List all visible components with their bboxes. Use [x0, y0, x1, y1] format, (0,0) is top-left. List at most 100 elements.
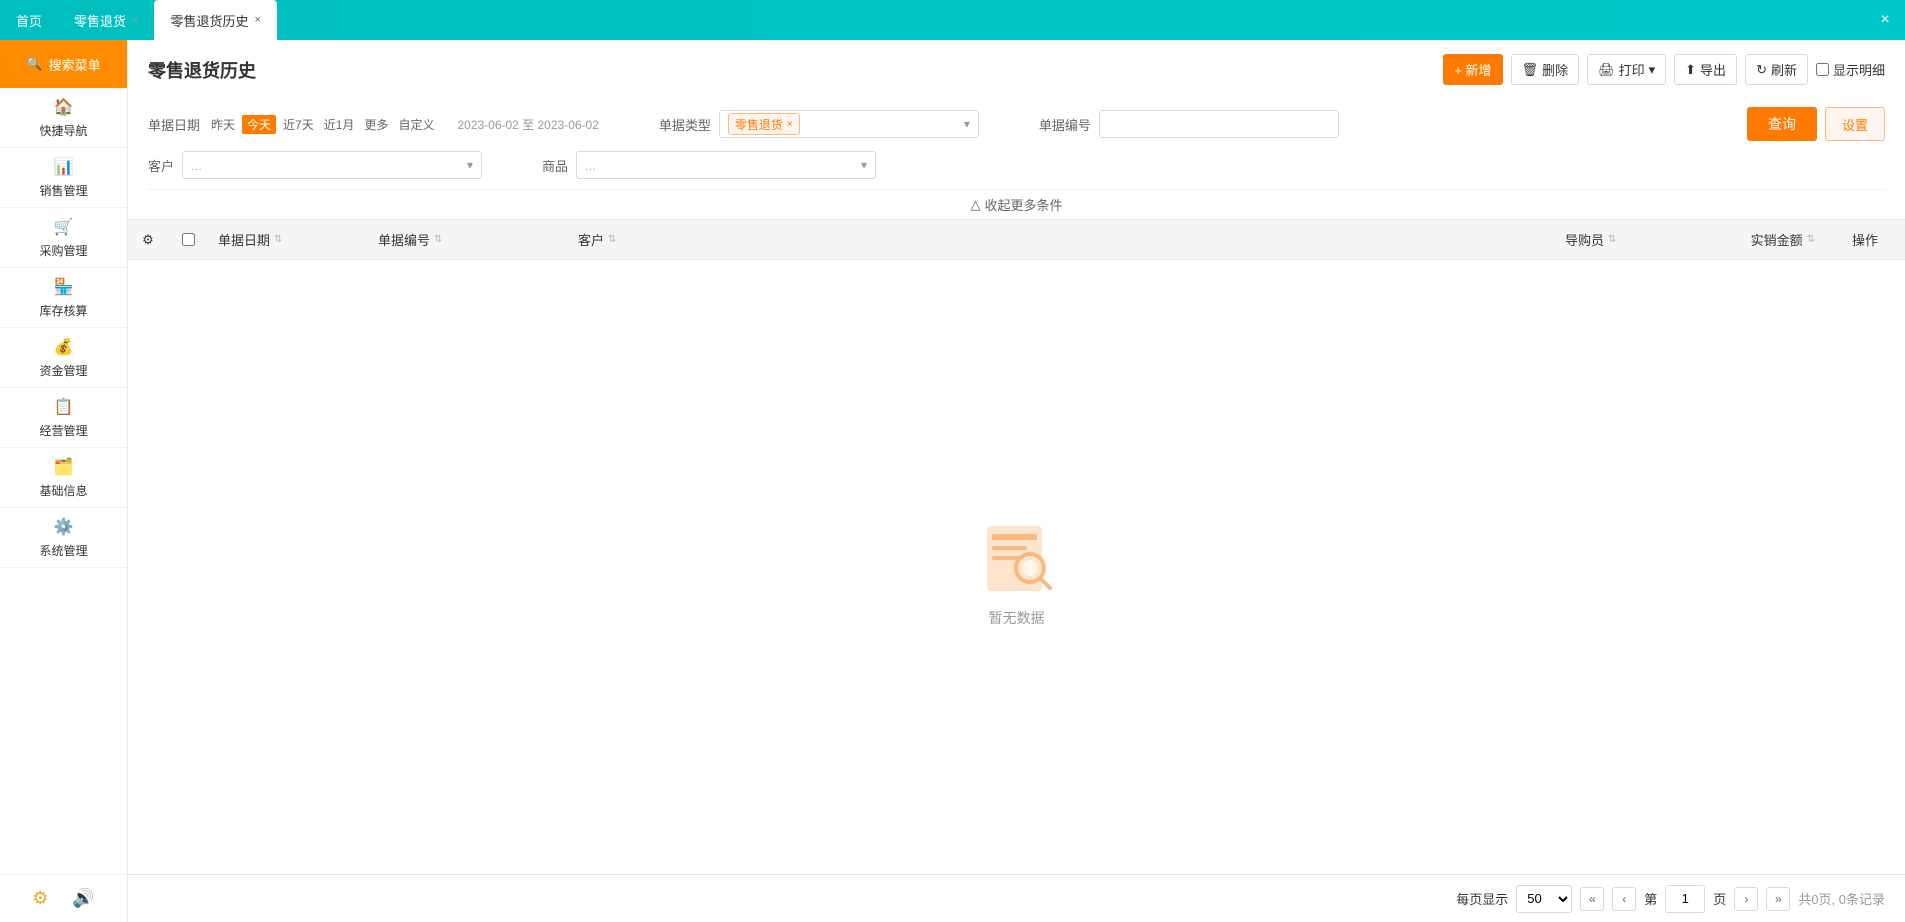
- date-range-display: 2023-06-02 至 2023-06-02: [457, 116, 598, 133]
- goods-select[interactable]: ... ▾: [576, 151, 876, 179]
- tab-home-label: 首页: [16, 11, 42, 30]
- date-shortcut-7days[interactable]: 近7天: [280, 115, 317, 134]
- sidebar-search[interactable]: 🔍 搜索菜单: [0, 40, 127, 88]
- sidebar-item-inventory[interactable]: 🏪 库存核算: [0, 268, 127, 328]
- tab-retail-return-history[interactable]: 零售退货历史 ×: [154, 0, 276, 40]
- sidebar-item-quick-nav-label: 快捷导航: [39, 122, 87, 139]
- refresh-label: 刷新: [1771, 60, 1797, 79]
- date-range-text: 2023-06-02 至 2023-06-02: [457, 116, 598, 133]
- settings-bottom-icon[interactable]: ⚙: [32, 888, 48, 909]
- page-title: 零售退货历史: [148, 57, 256, 83]
- filter-area: 单据日期 昨天 今天 近7天 近1月 更多 自定义 2023-06-02 至 2…: [148, 97, 1885, 219]
- delete-button[interactable]: 🗑 删除: [1511, 54, 1580, 85]
- collapse-label: 收起更多条件: [984, 195, 1062, 214]
- select-all-checkbox[interactable]: [182, 233, 195, 246]
- sidebar-item-system-label: 系统管理: [39, 542, 87, 559]
- delete-icon: 🗑: [1522, 62, 1539, 78]
- customer-select[interactable]: ... ▾: [182, 151, 482, 179]
- operations-icon: 📋: [53, 396, 75, 418]
- refresh-button[interactable]: ↻ 刷新: [1745, 54, 1808, 85]
- goods-select-arrow: ▾: [861, 158, 867, 172]
- next-page-button[interactable]: ›: [1734, 887, 1758, 911]
- type-select[interactable]: 零售退货 × ▾: [719, 110, 979, 138]
- first-page-button[interactable]: «: [1580, 887, 1604, 911]
- th-action-label: 操作: [1852, 230, 1878, 249]
- per-page-label: 每页显示: [1456, 889, 1508, 908]
- order-no-input[interactable]: [1099, 110, 1339, 138]
- tab-retail-return-history-close[interactable]: ×: [254, 14, 260, 26]
- search-icon: 🔍: [26, 56, 42, 72]
- display-detail-label: 显示明细: [1833, 60, 1885, 79]
- sidebar-bottom: ⚙ 🔊: [0, 874, 127, 922]
- page-suffix: 页: [1713, 889, 1726, 908]
- column-settings-icon[interactable]: ⚙: [142, 232, 154, 248]
- export-icon: ⬆: [1685, 62, 1696, 78]
- sidebar-item-finance-label: 资金管理: [39, 362, 87, 379]
- th-customer-sort-icon: ⇅: [608, 234, 616, 245]
- export-button[interactable]: ⬆ 导出: [1674, 54, 1737, 85]
- th-customer[interactable]: 客户 ⇅: [568, 230, 1555, 249]
- th-order-no[interactable]: 单据编号 ⇅: [368, 230, 568, 249]
- tab-retail-return[interactable]: 零售退货 ×: [58, 0, 154, 40]
- refresh-icon: ↻: [1756, 62, 1767, 78]
- goods-label: 商品: [542, 156, 568, 175]
- sidebar-item-sales[interactable]: 📊 销售管理: [0, 148, 127, 208]
- sidebar-item-finance[interactable]: 💰 资金管理: [0, 328, 127, 388]
- table-area: ⚙ 单据日期 ⇅ 单据编号 ⇅ 客户 ⇅ 导购员: [128, 220, 1905, 922]
- display-detail-input[interactable]: [1816, 63, 1829, 76]
- type-tag-close[interactable]: ×: [787, 119, 793, 130]
- print-icon: 🖨: [1598, 62, 1615, 78]
- page-label: 第: [1644, 889, 1657, 908]
- last-page-button[interactable]: »: [1766, 887, 1790, 911]
- date-filter: 单据日期 昨天 今天 近7天 近1月 更多 自定义: [148, 115, 437, 134]
- print-dropdown-icon: ▾: [1649, 62, 1656, 78]
- page-input[interactable]: [1665, 885, 1705, 913]
- empty-state: 暂无数据: [128, 260, 1905, 874]
- finance-icon: 💰: [53, 336, 75, 358]
- basic-info-icon: 🗂️: [53, 456, 75, 478]
- th-guide[interactable]: 导购员 ⇅: [1555, 230, 1705, 249]
- th-order-no-label: 单据编号: [378, 230, 430, 249]
- tab-home[interactable]: 首页: [0, 0, 58, 40]
- th-action: 操作: [1825, 230, 1905, 249]
- empty-illustration: [972, 506, 1062, 596]
- display-detail-checkbox[interactable]: 显示明细: [1816, 60, 1885, 79]
- sidebar-item-purchase[interactable]: 🛒 采购管理: [0, 208, 127, 268]
- filter-row-2: 客户 ... ▾ 商品 ... ▾: [148, 151, 1885, 179]
- sidebar-item-basic-info[interactable]: 🗂️ 基础信息: [0, 448, 127, 508]
- customer-filter: 客户 ... ▾: [148, 151, 482, 179]
- print-label: 打印: [1619, 60, 1645, 79]
- sidebar-item-system[interactable]: ⚙️ 系统管理: [0, 508, 127, 568]
- prev-page-button[interactable]: ‹: [1612, 887, 1636, 911]
- sidebar-item-quick-nav[interactable]: 🏠 快捷导航: [0, 88, 127, 148]
- query-button[interactable]: 查询: [1747, 107, 1817, 141]
- order-no-label: 单据编号: [1039, 115, 1091, 134]
- tab-retail-return-label: 零售退货: [74, 11, 126, 30]
- th-date-label: 单据日期: [218, 230, 270, 249]
- th-checkbox[interactable]: [168, 233, 208, 246]
- sidebar-item-operations-label: 经营管理: [39, 422, 87, 439]
- date-shortcut-yesterday[interactable]: 昨天: [208, 115, 238, 134]
- date-shortcut-1month[interactable]: 近1月: [321, 115, 358, 134]
- date-shortcut-more[interactable]: 更多: [361, 115, 391, 134]
- per-page-select[interactable]: 20 50 100 200: [1516, 885, 1572, 913]
- date-shortcut-today[interactable]: 今天: [242, 115, 276, 134]
- settings-button[interactable]: 设置: [1825, 107, 1885, 141]
- th-settings[interactable]: ⚙: [128, 232, 168, 248]
- sidebar-item-sales-label: 销售管理: [39, 182, 87, 199]
- tab-retail-return-close[interactable]: ×: [132, 14, 138, 26]
- filter-row-1: 单据日期 昨天 今天 近7天 近1月 更多 自定义 2023-06-02 至 2…: [148, 107, 1885, 141]
- window-close-button[interactable]: ×: [1865, 0, 1905, 40]
- sidebar-item-operations[interactable]: 📋 经营管理: [0, 388, 127, 448]
- th-date[interactable]: 单据日期 ⇅: [208, 230, 368, 249]
- type-tag: 零售退货 ×: [728, 113, 800, 135]
- pagination: 每页显示 20 50 100 200 « ‹ 第 页 › » 共0页, 0条记录: [128, 874, 1905, 922]
- goods-placeholder: ...: [585, 158, 596, 173]
- date-shortcuts: 昨天 今天 近7天 近1月 更多 自定义: [208, 115, 437, 134]
- date-shortcut-custom[interactable]: 自定义: [395, 115, 437, 134]
- th-amount[interactable]: 实销金额 ⇅: [1705, 230, 1825, 249]
- volume-bottom-icon[interactable]: 🔊: [72, 888, 94, 909]
- collapse-button[interactable]: △ 收起更多条件: [148, 189, 1885, 219]
- add-button[interactable]: + 新增: [1443, 54, 1502, 85]
- print-button[interactable]: 🖨 打印 ▾: [1587, 54, 1666, 85]
